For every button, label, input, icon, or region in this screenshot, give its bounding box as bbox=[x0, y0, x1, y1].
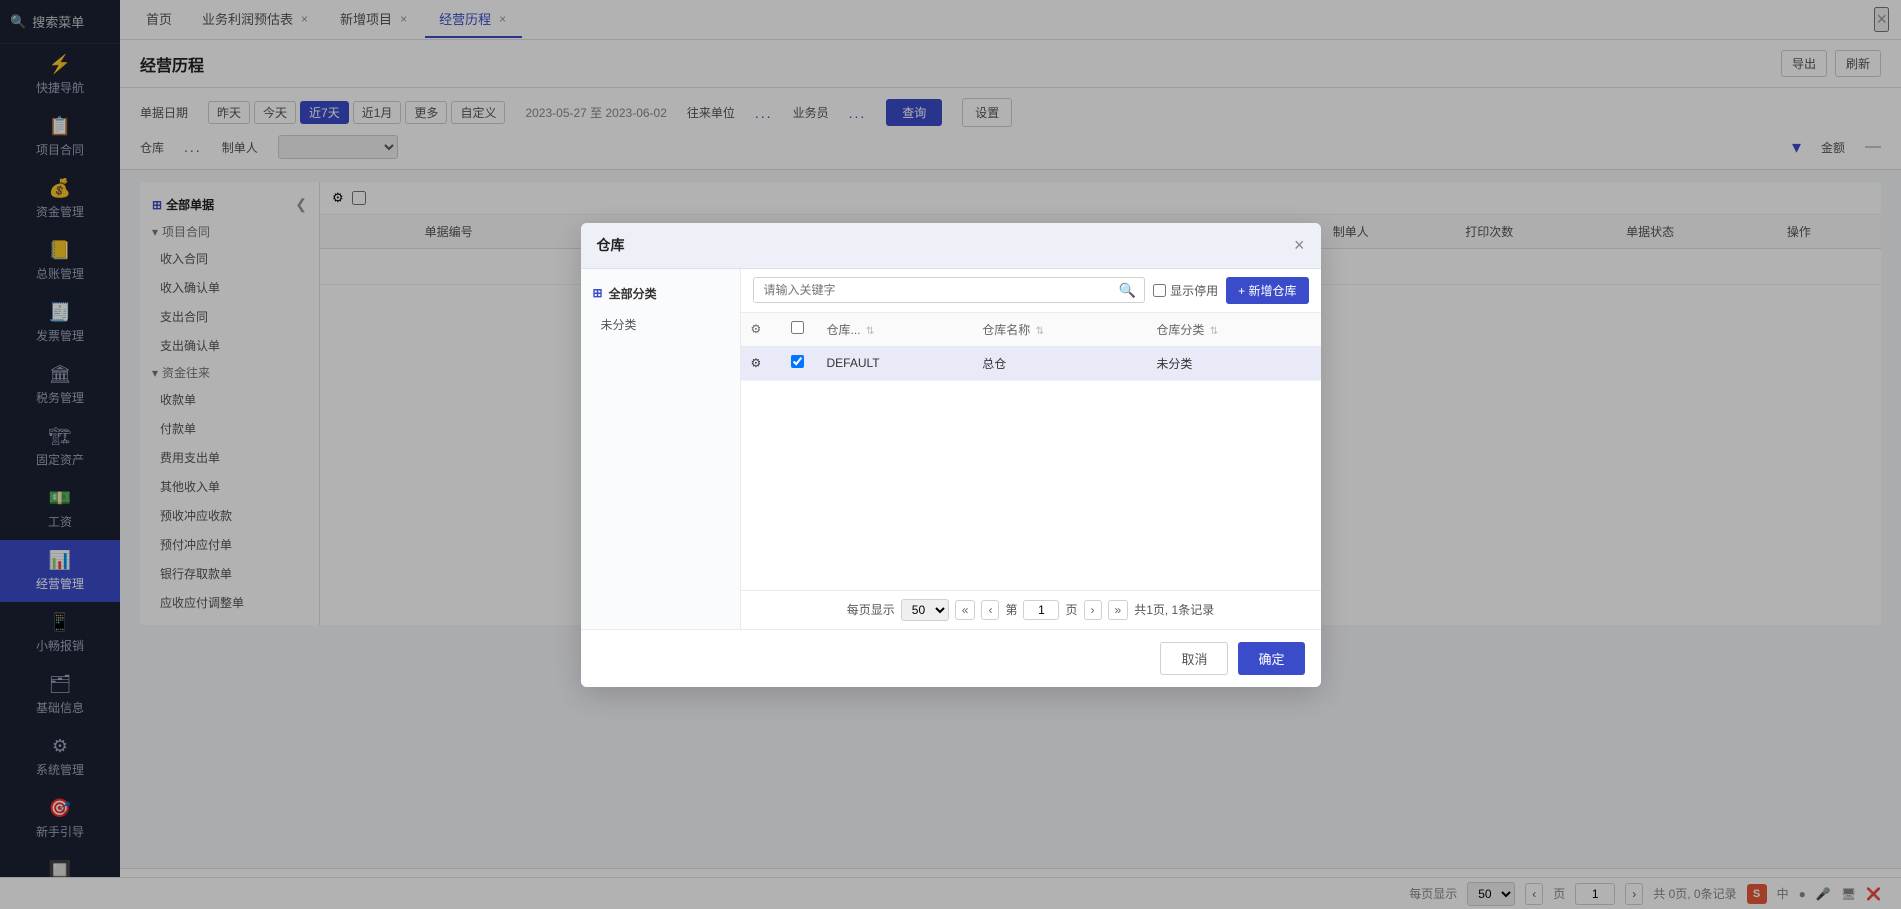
modal-close-button[interactable]: × bbox=[1294, 235, 1305, 256]
modal-per-page-label: 每页显示 bbox=[847, 601, 895, 618]
th-warehouse-num-label: 仓库... bbox=[827, 323, 861, 337]
modal-left-item-未分类[interactable]: 未分类 bbox=[581, 310, 740, 339]
modal-page-label: 页 bbox=[1065, 601, 1077, 618]
sort-icon-code[interactable]: ⇅ bbox=[866, 326, 874, 337]
modal-per-page-select[interactable]: 50 bbox=[901, 599, 949, 621]
row-code: DEFAULT bbox=[817, 346, 973, 380]
th-warehouse-name-label: 仓库名称 bbox=[982, 323, 1030, 337]
th-settings: ⚙ bbox=[741, 313, 781, 347]
modal-pagination: 每页显示 50 « ‹ 第 1 页 › » 共1页, 1条记录 bbox=[741, 590, 1321, 629]
th-warehouse-category: 仓库分类 ⇅ bbox=[1146, 313, 1320, 347]
modal-search-input[interactable] bbox=[754, 278, 1111, 302]
modal-body: ⊞ 全部分类 未分类 🔍 显示停用 + 新增仓库 bbox=[581, 269, 1321, 629]
modal-left-panel: ⊞ 全部分类 未分类 bbox=[581, 269, 741, 629]
modal-left-title-text: 全部分类 bbox=[609, 285, 657, 302]
cancel-button[interactable]: 取消 bbox=[1160, 642, 1228, 675]
show-disabled-text: 显示停用 bbox=[1170, 282, 1218, 299]
row-name: 总仓 bbox=[972, 346, 1146, 380]
modal-search-icon[interactable]: 🔍 bbox=[1111, 282, 1144, 299]
modal-prev-page-button[interactable]: ‹ bbox=[981, 600, 999, 620]
modal-search-box: 🔍 bbox=[753, 277, 1146, 303]
confirm-button[interactable]: 确定 bbox=[1238, 642, 1304, 675]
modal-table-row-1[interactable]: ⚙ DEFAULT 总仓 未分类 bbox=[741, 346, 1321, 380]
modal-right-panel: 🔍 显示停用 + 新增仓库 ⚙ bbox=[741, 269, 1321, 629]
modal-toolbar: 🔍 显示停用 + 新增仓库 bbox=[741, 269, 1321, 313]
modal-left-title: ⊞ 全部分类 bbox=[581, 277, 740, 310]
modal-total-label: 共1页, 1条记录 bbox=[1134, 601, 1214, 618]
add-warehouse-button[interactable]: + 新增仓库 bbox=[1226, 277, 1308, 304]
warehouse-modal: 仓库 × ⊞ 全部分类 未分类 🔍 bbox=[581, 223, 1321, 687]
th-warehouse-name: 仓库名称 ⇅ bbox=[972, 313, 1146, 347]
row-check-1[interactable] bbox=[791, 355, 804, 368]
show-disabled-checkbox[interactable] bbox=[1153, 284, 1166, 297]
sort-icon-name[interactable]: ⇅ bbox=[1036, 326, 1044, 337]
show-disabled-label: 显示停用 bbox=[1153, 282, 1218, 299]
th-warehouse-num: 仓库... ⇅ bbox=[817, 313, 973, 347]
row-category: 未分类 bbox=[1146, 346, 1320, 380]
modal-last-page-button[interactable]: » bbox=[1108, 600, 1129, 620]
modal-next-page-button[interactable]: › bbox=[1084, 600, 1102, 620]
row-checkbox bbox=[781, 346, 817, 380]
row-settings: ⚙ bbox=[741, 346, 781, 380]
modal-page-text-1: 第 bbox=[1005, 601, 1017, 618]
modal-grid-icon: ⊞ bbox=[593, 286, 603, 300]
modal-overlay: 仓库 × ⊞ 全部分类 未分类 🔍 bbox=[0, 0, 1901, 909]
modal-page-input[interactable]: 1 bbox=[1023, 600, 1059, 620]
modal-select-all[interactable] bbox=[791, 321, 804, 334]
th-checkbox bbox=[781, 313, 817, 347]
modal-header: 仓库 × bbox=[581, 223, 1321, 269]
th-warehouse-category-label: 仓库分类 bbox=[1156, 323, 1204, 337]
modal-footer: 取消 确定 bbox=[581, 629, 1321, 687]
modal-table-wrap: ⚙ 仓库... ⇅ 仓库名称 ⇅ bbox=[741, 313, 1321, 590]
modal-table: ⚙ 仓库... ⇅ 仓库名称 ⇅ bbox=[741, 313, 1321, 381]
sort-icon-category[interactable]: ⇅ bbox=[1210, 326, 1218, 337]
modal-first-page-button[interactable]: « bbox=[955, 600, 976, 620]
modal-title: 仓库 bbox=[597, 235, 625, 255]
